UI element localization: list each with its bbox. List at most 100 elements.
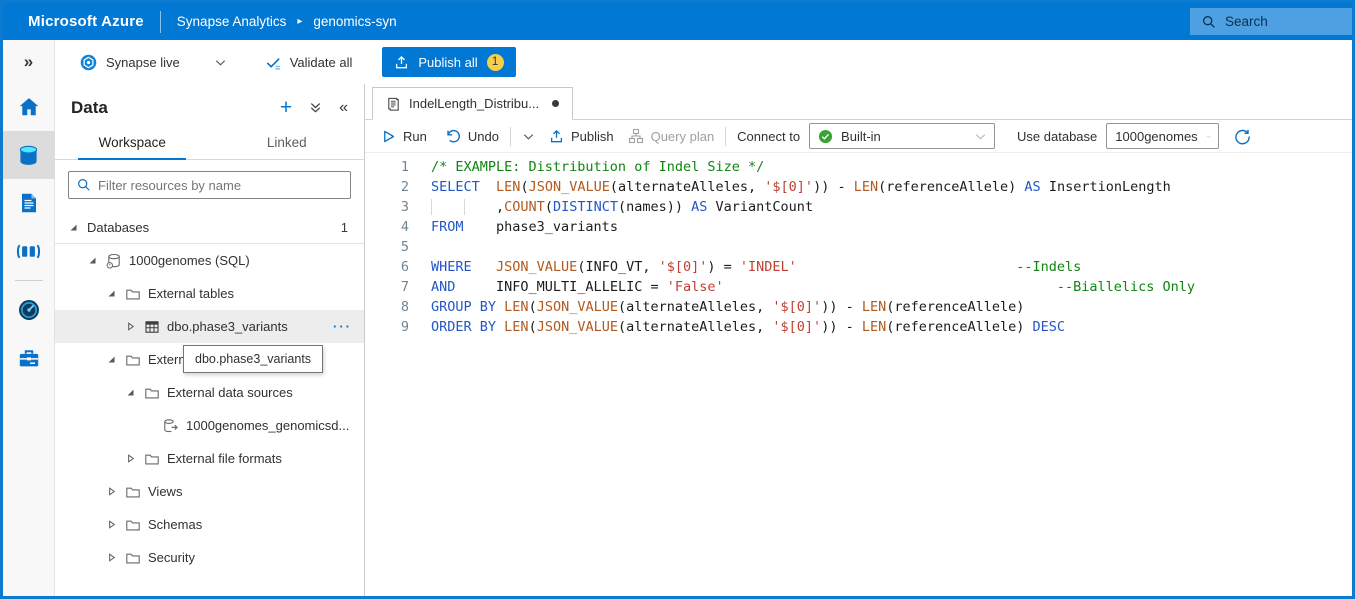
filter-search-icon: [78, 179, 90, 191]
sql-script-icon: [388, 97, 399, 111]
code-line-4[interactable]: FROM phase3_variants: [431, 217, 1195, 237]
validate-all-button[interactable]: Validate all: [265, 54, 353, 71]
publish-button[interactable]: Publish: [549, 129, 614, 144]
run-button[interactable]: Run: [381, 129, 427, 144]
tree-item-label: Security: [148, 550, 195, 565]
expand-arrow-icon[interactable]: [106, 552, 125, 563]
code-line-5[interactable]: [431, 237, 1195, 257]
collapse-arrow-icon[interactable]: [87, 255, 106, 266]
query-plan-button[interactable]: Query plan: [628, 128, 714, 144]
expand-arrow-icon[interactable]: [125, 321, 144, 332]
validate-all-label: Validate all: [289, 54, 353, 70]
use-database-select[interactable]: 1000genomes: [1106, 123, 1220, 149]
collapse-panel-icon[interactable]: «: [339, 99, 348, 116]
undo-icon: [447, 129, 460, 143]
line-number: 1: [400, 159, 409, 175]
breadcrumb-workspace[interactable]: genomics-syn: [313, 14, 396, 29]
add-resource-button[interactable]: +: [280, 97, 292, 118]
line-number: 9: [400, 319, 409, 335]
code-line-2[interactable]: SELECT LEN(JSON_VALUE(alternateAlleles, …: [431, 177, 1195, 197]
tree-item-security[interactable]: Security: [55, 541, 364, 574]
more-actions-button[interactable]: ···: [333, 319, 352, 334]
tree-item-1000genomes-sql[interactable]: 1000genomes (SQL): [55, 244, 364, 277]
tree-item-schemas[interactable]: Schemas: [55, 508, 364, 541]
unsaved-changes-dot: [552, 100, 560, 107]
tree-item-views[interactable]: Views: [55, 475, 364, 508]
collapse-arrow-icon[interactable]: [68, 222, 87, 233]
folder-icon: [144, 385, 167, 401]
tree-item-count: 1: [340, 219, 348, 235]
tree-item-label: External file formats: [167, 451, 282, 466]
tree-item-external-data-sources[interactable]: External data sources: [55, 376, 364, 409]
sidebar-item-integrate[interactable]: [3, 227, 55, 275]
line-number: 6: [400, 259, 409, 275]
sidebar-item-home[interactable]: [3, 83, 55, 131]
expand-arrow-icon[interactable]: [106, 486, 125, 497]
collapse-arrow-icon[interactable]: [125, 387, 144, 398]
expand-nav-button[interactable]: »: [3, 47, 54, 77]
code-line-6[interactable]: WHERE JSON_VALUE(INFO_VT, '$[0]') = 'IND…: [431, 257, 1195, 277]
connect-to-label: Connect to: [737, 128, 801, 144]
breadcrumb-product[interactable]: Synapse Analytics: [177, 14, 287, 29]
chevron-down-icon: [1206, 135, 1211, 138]
line-number: 8: [400, 299, 409, 315]
search-input[interactable]: Search: [1190, 8, 1352, 35]
tree-item-databases[interactable]: Databases 1: [55, 211, 364, 244]
pipeline-icon: [16, 243, 41, 259]
chevron-down-icon: [215, 59, 225, 66]
tree-item-label: Views: [148, 484, 183, 499]
use-database-value: 1000genomes: [1115, 128, 1198, 144]
filter-input[interactable]: Filter resources by name: [68, 171, 351, 199]
microsoft-azure-logo[interactable]: Microsoft Azure: [28, 13, 144, 30]
collapse-arrow-icon[interactable]: [106, 288, 125, 299]
line-number: 2: [400, 179, 409, 195]
tab-workspace[interactable]: Workspace: [55, 125, 210, 160]
collapse-arrow-icon[interactable]: [106, 354, 125, 365]
query-plan-icon: [628, 128, 643, 144]
tree-item-label: Schemas: [148, 517, 203, 532]
sidebar-item-monitor[interactable]: [3, 286, 55, 334]
publish-all-button[interactable]: Publish all 1: [382, 47, 516, 77]
code-line-8[interactable]: GROUP BY LEN(JSON_VALUE(alternateAlleles…: [431, 297, 1195, 317]
collapse-all-icon[interactable]: [309, 101, 322, 114]
expand-arrow-icon[interactable]: [106, 519, 125, 530]
code-line-9[interactable]: ORDER BY LEN(JSON_VALUE(alternateAlleles…: [431, 317, 1195, 337]
folder-icon: [125, 550, 148, 566]
editor-toolbar: Run Undo Publish Query plan Connect to B…: [365, 120, 1352, 153]
document-icon: [21, 193, 36, 213]
sidebar-item-data[interactable]: [2, 131, 55, 179]
synapse-live-selector[interactable]: Synapse live: [79, 53, 227, 72]
tab-sql-script[interactable]: IndelLength_Distribu...: [372, 87, 574, 120]
tree-item-1000genomes-genomicsd[interactable]: 1000genomes_genomicsd...: [55, 409, 364, 442]
tree-item-dbo-phase3-variants[interactable]: dbo.phase3_variants ···: [55, 310, 364, 343]
sidebar-item-manage[interactable]: [3, 334, 55, 382]
sidebar-item-develop[interactable]: [3, 179, 55, 227]
tree-item-label: External tables: [148, 286, 234, 301]
synapse-live-icon: [80, 54, 97, 70]
database-icon: [19, 145, 38, 165]
search-icon: [1203, 15, 1215, 28]
code-line-1[interactable]: /* EXAMPLE: Distribution of Indel Size *…: [431, 157, 1195, 177]
panel-title: Data: [71, 97, 108, 117]
tree-item-external-tables[interactable]: External tables: [55, 277, 364, 310]
folder-icon: [144, 451, 167, 467]
code-lines: /* EXAMPLE: Distribution of Indel Size *…: [431, 157, 1195, 596]
toolbox-icon: [19, 350, 38, 367]
expand-arrow-icon[interactable]: [125, 453, 144, 464]
connect-to-select[interactable]: Built-in: [809, 123, 996, 149]
refresh-button[interactable]: [1234, 128, 1251, 145]
tree-item-external-file-formats[interactable]: External file formats: [55, 442, 364, 475]
code-editor[interactable]: 1 2 3 4 5 6 7 8 9 /* EXAMPLE: Distribution of In…: [365, 153, 1352, 596]
run-options-chevron[interactable]: [522, 130, 535, 143]
tree-item-label: Databases: [87, 219, 150, 235]
undo-button[interactable]: Undo: [445, 128, 499, 144]
editor-pane: IndelLength_Distribu... Run Undo Publish…: [365, 84, 1352, 596]
datasource-icon: [163, 418, 186, 434]
editor-tab-title: IndelLength_Distribu...: [409, 96, 540, 111]
database-icon: [106, 253, 129, 269]
tab-linked[interactable]: Linked: [210, 125, 365, 159]
code-line-3[interactable]: ,COUNT(DISTINCT(names)) AS VariantCount: [431, 197, 1195, 217]
code-line-7[interactable]: AND INFO_MULTI_ALLELIC = 'False' --Biall…: [431, 277, 1195, 297]
run-icon: [384, 130, 395, 142]
folder-icon: [125, 352, 148, 368]
